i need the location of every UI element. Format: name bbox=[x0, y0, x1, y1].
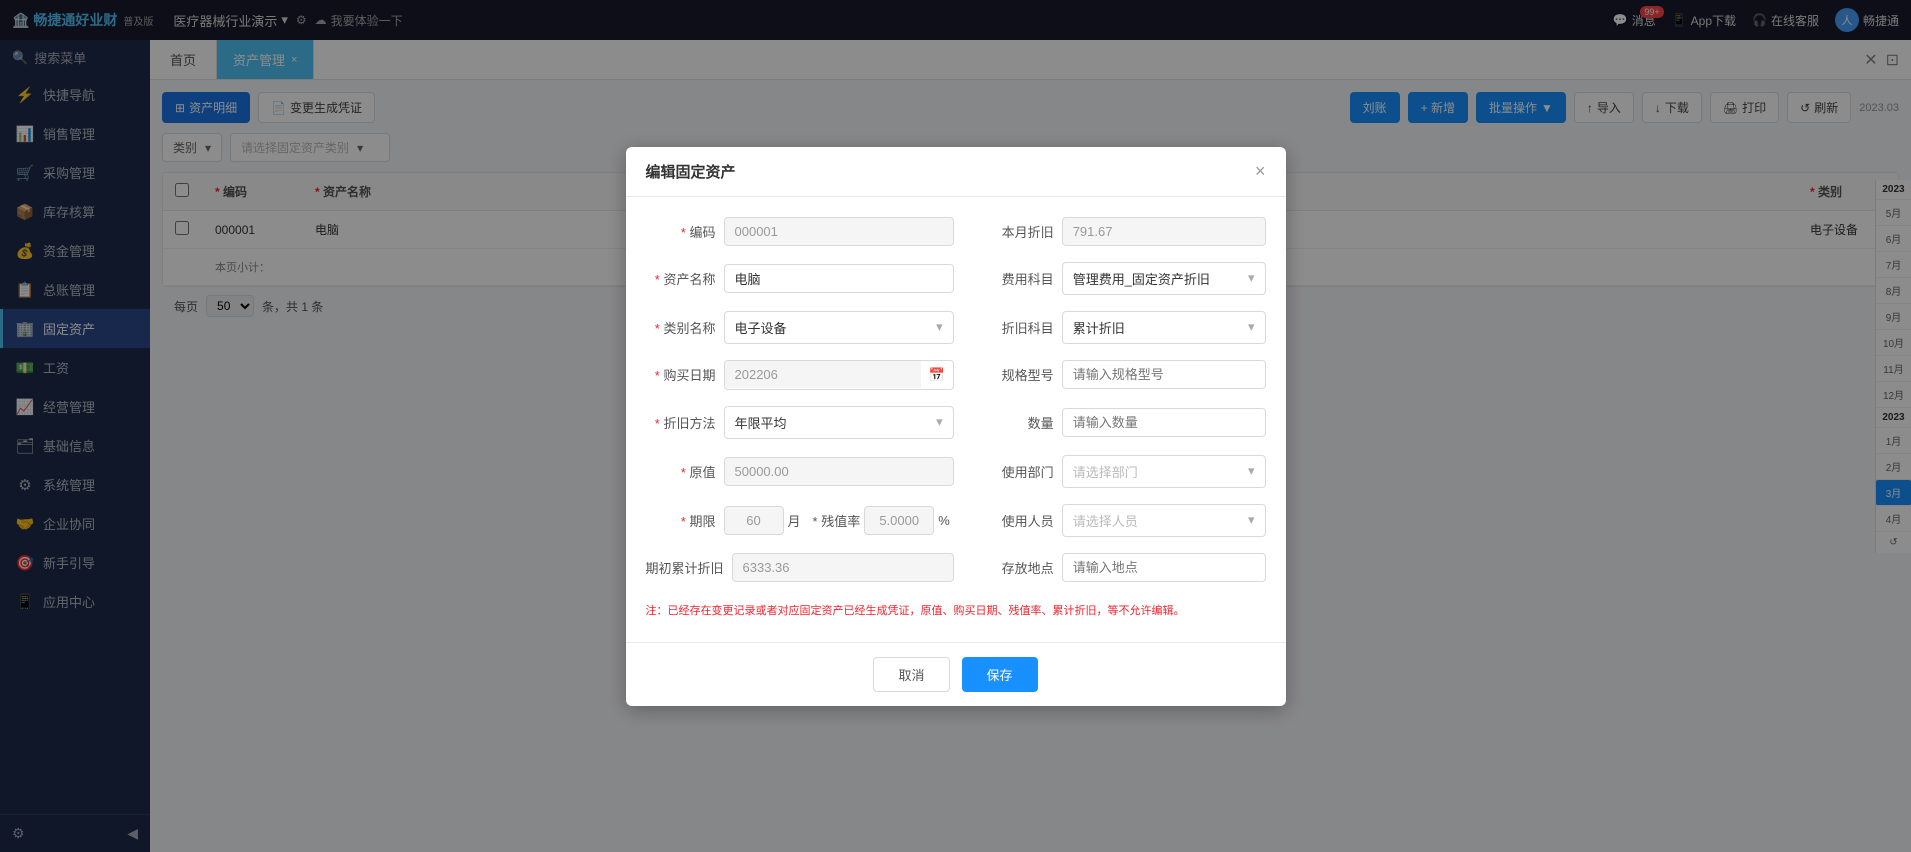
form-group-asset-name: * 资产名称 bbox=[646, 262, 954, 295]
code-label-text: 编码 bbox=[689, 225, 715, 240]
form-group-dept: 使用部门 请选择部门 ▾ bbox=[984, 455, 1266, 488]
depreciation-method-select[interactable]: 年限平均 ▾ bbox=[724, 406, 954, 439]
period-group: 月 * 残值率 % bbox=[724, 506, 954, 535]
residual-rate-input[interactable] bbox=[864, 506, 934, 535]
form-group-purchase-date: * 购买日期 📅 bbox=[646, 360, 954, 390]
period-label: * 期限 bbox=[646, 511, 716, 530]
expense-account-select[interactable]: 管理费用_固定资产折旧 ▾ bbox=[1062, 262, 1266, 295]
chevron-down-icon: ▾ bbox=[1248, 512, 1255, 528]
person-placeholder: 请选择人员 bbox=[1073, 511, 1138, 530]
asset-name-label: * 资产名称 bbox=[646, 269, 716, 288]
modal-overlay: 编辑固定资产 × * 编码 本月折旧 * 资产名称 bbox=[0, 0, 1911, 852]
location-label: 存放地点 bbox=[984, 558, 1054, 577]
quantity-input[interactable] bbox=[1062, 408, 1266, 437]
edit-fixed-asset-modal: 编辑固定资产 × * 编码 本月折旧 * 资产名称 bbox=[626, 147, 1286, 706]
original-value-label: * 原值 bbox=[646, 462, 716, 481]
chevron-down-icon: ▾ bbox=[936, 414, 943, 430]
save-button[interactable]: 保存 bbox=[962, 657, 1038, 692]
dept-placeholder: 请选择部门 bbox=[1073, 462, 1138, 481]
modal-footer: 取消 保存 bbox=[626, 642, 1286, 706]
form-group-person: 使用人员 请选择人员 ▾ bbox=[984, 504, 1266, 537]
chevron-down-icon: ▾ bbox=[1248, 319, 1255, 335]
original-value-input[interactable] bbox=[724, 457, 954, 486]
spec-model-input[interactable] bbox=[1062, 360, 1266, 389]
purchase-date-label: * 购买日期 bbox=[646, 365, 716, 384]
cancel-button[interactable]: 取消 bbox=[873, 657, 949, 692]
period-input[interactable] bbox=[724, 506, 784, 535]
form-group-code: * 编码 bbox=[646, 217, 954, 246]
purchase-date-input[interactable] bbox=[725, 361, 921, 388]
monthly-depreciation-input bbox=[1062, 217, 1266, 246]
asset-name-input[interactable] bbox=[724, 264, 954, 293]
purchase-date-label-text: 购买日期 bbox=[663, 368, 715, 383]
expense-account-value: 管理费用_固定资产折旧 bbox=[1073, 269, 1210, 288]
category-label: * 类别名称 bbox=[646, 318, 716, 337]
dept-select[interactable]: 请选择部门 ▾ bbox=[1062, 455, 1266, 488]
form-group-category: * 类别名称 电子设备 ▾ bbox=[646, 311, 954, 344]
code-label: * 编码 bbox=[646, 222, 716, 241]
chevron-down-icon: ▾ bbox=[1248, 463, 1255, 479]
form-group-period: * 期限 月 * 残值率 % bbox=[646, 504, 954, 537]
spec-model-label: 规格型号 bbox=[984, 365, 1054, 384]
form-group-depreciation-account: 折旧科目 累计折旧 ▾ bbox=[984, 311, 1266, 344]
residual-rate-label: * 残值率 bbox=[813, 511, 861, 530]
depreciation-account-value: 累计折旧 bbox=[1073, 318, 1125, 337]
original-value-label-text: 原值 bbox=[689, 465, 715, 480]
category-select[interactable]: 电子设备 ▾ bbox=[724, 311, 954, 344]
period-unit: 月 bbox=[788, 511, 801, 530]
form-group-initial-depreciation: 期初累计折旧 bbox=[646, 553, 954, 582]
monthly-depreciation-label: 本月折旧 bbox=[984, 222, 1054, 241]
depreciation-method-label: * 折旧方法 bbox=[646, 413, 716, 432]
initial-depreciation-input bbox=[732, 553, 954, 582]
modal-header: 编辑固定资产 × bbox=[626, 147, 1286, 197]
quantity-label: 数量 bbox=[984, 413, 1054, 432]
depreciation-method-value: 年限平均 bbox=[735, 413, 787, 432]
code-input[interactable] bbox=[724, 217, 954, 246]
form-group-spec-model: 规格型号 bbox=[984, 360, 1266, 390]
initial-depreciation-label: 期初累计折旧 bbox=[646, 558, 724, 577]
depreciation-account-label: 折旧科目 bbox=[984, 318, 1054, 337]
calendar-icon[interactable]: 📅 bbox=[921, 361, 953, 389]
form-group-depreciation-method: * 折旧方法 年限平均 ▾ bbox=[646, 406, 954, 439]
category-label-text: 类别名称 bbox=[663, 321, 715, 336]
asset-name-label-text: 资产名称 bbox=[663, 272, 715, 287]
form-group-expense-account: 费用科目 管理费用_固定资产折旧 ▾ bbox=[984, 262, 1266, 295]
depreciation-account-select[interactable]: 累计折旧 ▾ bbox=[1062, 311, 1266, 344]
form-group-original-value: * 原值 bbox=[646, 455, 954, 488]
purchase-date-input-wrap: 📅 bbox=[724, 360, 954, 390]
person-select[interactable]: 请选择人员 ▾ bbox=[1062, 504, 1266, 537]
modal-close-btn[interactable]: × bbox=[1255, 161, 1266, 182]
depreciation-method-label-text: 折旧方法 bbox=[663, 416, 715, 431]
modal-title: 编辑固定资产 bbox=[646, 161, 736, 182]
person-label: 使用人员 bbox=[984, 511, 1054, 530]
form-group-monthly-depreciation: 本月折旧 bbox=[984, 217, 1266, 246]
form-group-location: 存放地点 bbox=[984, 553, 1266, 582]
form-group-quantity: 数量 bbox=[984, 406, 1266, 439]
residual-rate-label-text: 残值率 bbox=[821, 514, 860, 529]
chevron-down-icon: ▾ bbox=[1248, 270, 1255, 286]
form-note: 注：已经存在变更记录或者对应固定资产已经生成凭证，原值、购买日期、残值率、累计折… bbox=[646, 598, 1266, 622]
chevron-down-icon: ▾ bbox=[936, 319, 943, 335]
category-value: 电子设备 bbox=[735, 318, 787, 337]
location-input[interactable] bbox=[1062, 553, 1266, 582]
residual-percent: % bbox=[938, 513, 950, 528]
modal-body: * 编码 本月折旧 * 资产名称 费用科目 bbox=[626, 197, 1286, 642]
period-label-text: 期限 bbox=[689, 514, 715, 529]
expense-account-label: 费用科目 bbox=[984, 269, 1054, 288]
dept-label: 使用部门 bbox=[984, 462, 1054, 481]
